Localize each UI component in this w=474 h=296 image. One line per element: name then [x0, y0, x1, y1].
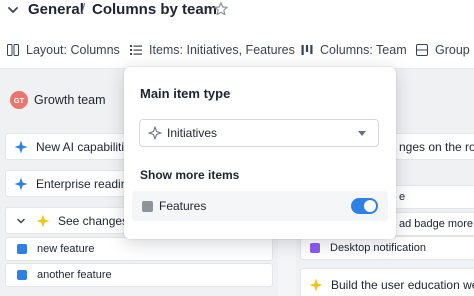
section-title: Show more items — [140, 168, 240, 182]
card-item[interactable]: new feature — [5, 237, 273, 261]
initiative-star-icon — [36, 214, 50, 227]
layout-label: Layout: Columns — [26, 43, 120, 57]
card-label: e — [399, 191, 406, 203]
features-row[interactable]: Features — [132, 191, 388, 221]
group-icon — [416, 44, 428, 56]
chevron-down-icon[interactable] — [6, 3, 20, 17]
initiative-outline-icon — [148, 126, 162, 140]
card-label: another feature — [37, 269, 112, 281]
card-label: New AI capabiliti — [36, 139, 125, 154]
initiative-star-icon — [14, 177, 28, 190]
card-label: Enterprise readin — [36, 176, 128, 191]
card-item[interactable]: Enterprise readin — [5, 170, 135, 197]
view-toolbar: Layout: Columns Items: Initiatives, Feat… — [0, 38, 474, 62]
features-toggle[interactable] — [351, 198, 378, 214]
card-label: nges on the road — [399, 139, 474, 154]
card-item[interactable]: New AI capabiliti — [5, 133, 135, 160]
column-header[interactable]: GT Growth team — [10, 91, 106, 109]
items-label: Items: Initiatives, Features — [149, 43, 295, 57]
columns-button[interactable]: Columns: Team — [301, 38, 407, 62]
list-icon — [130, 45, 142, 55]
top-bar: General / Columns by team — [0, 0, 474, 22]
feature-square-icon — [17, 270, 27, 280]
popover-title: Main item type — [140, 86, 231, 101]
card-item[interactable]: Build the user education web — [300, 268, 474, 296]
main-item-type-select[interactable]: Initiatives — [139, 119, 379, 147]
breadcrumb-parent[interactable]: General — [28, 1, 84, 18]
items-button[interactable]: Items: Initiatives, Features — [130, 38, 295, 62]
card-label: ad badge more v — [399, 218, 474, 230]
columns-label: Columns: Team — [320, 43, 407, 57]
columns-icon — [301, 45, 313, 55]
feature-square-icon — [17, 244, 27, 254]
layout-button[interactable]: Layout: Columns — [7, 38, 120, 62]
breadcrumb-separator: / — [81, 1, 86, 18]
group-label: Group b — [435, 43, 474, 57]
caret-down-icon — [358, 131, 366, 136]
feature-square-icon — [310, 243, 320, 253]
card-label: Desktop notification — [330, 242, 426, 254]
items-popover: Main item type Initiatives Show more ite… — [124, 67, 396, 239]
layout-icon — [7, 44, 19, 56]
card-item[interactable]: Desktop notification — [300, 236, 474, 260]
card-item[interactable]: See changes — [5, 207, 135, 234]
toggle-knob — [364, 200, 376, 212]
chevron-down-icon[interactable] — [16, 216, 26, 226]
group-button[interactable]: Group b — [416, 38, 474, 62]
card-label: new feature — [37, 243, 95, 255]
star-icon[interactable] — [213, 1, 229, 17]
features-label: Features — [159, 199, 207, 213]
card-label: See changes — [58, 213, 129, 228]
card-label: Build the user education web — [331, 277, 474, 292]
page-title[interactable]: Columns by team — [92, 1, 217, 18]
initiative-star-icon — [309, 278, 323, 291]
feature-square-icon — [142, 201, 153, 212]
team-name: Growth team — [34, 93, 106, 107]
select-value: Initiatives — [167, 126, 218, 140]
card-item[interactable]: another feature — [5, 263, 273, 287]
avatar: GT — [10, 91, 28, 109]
initiative-star-icon — [14, 140, 28, 153]
